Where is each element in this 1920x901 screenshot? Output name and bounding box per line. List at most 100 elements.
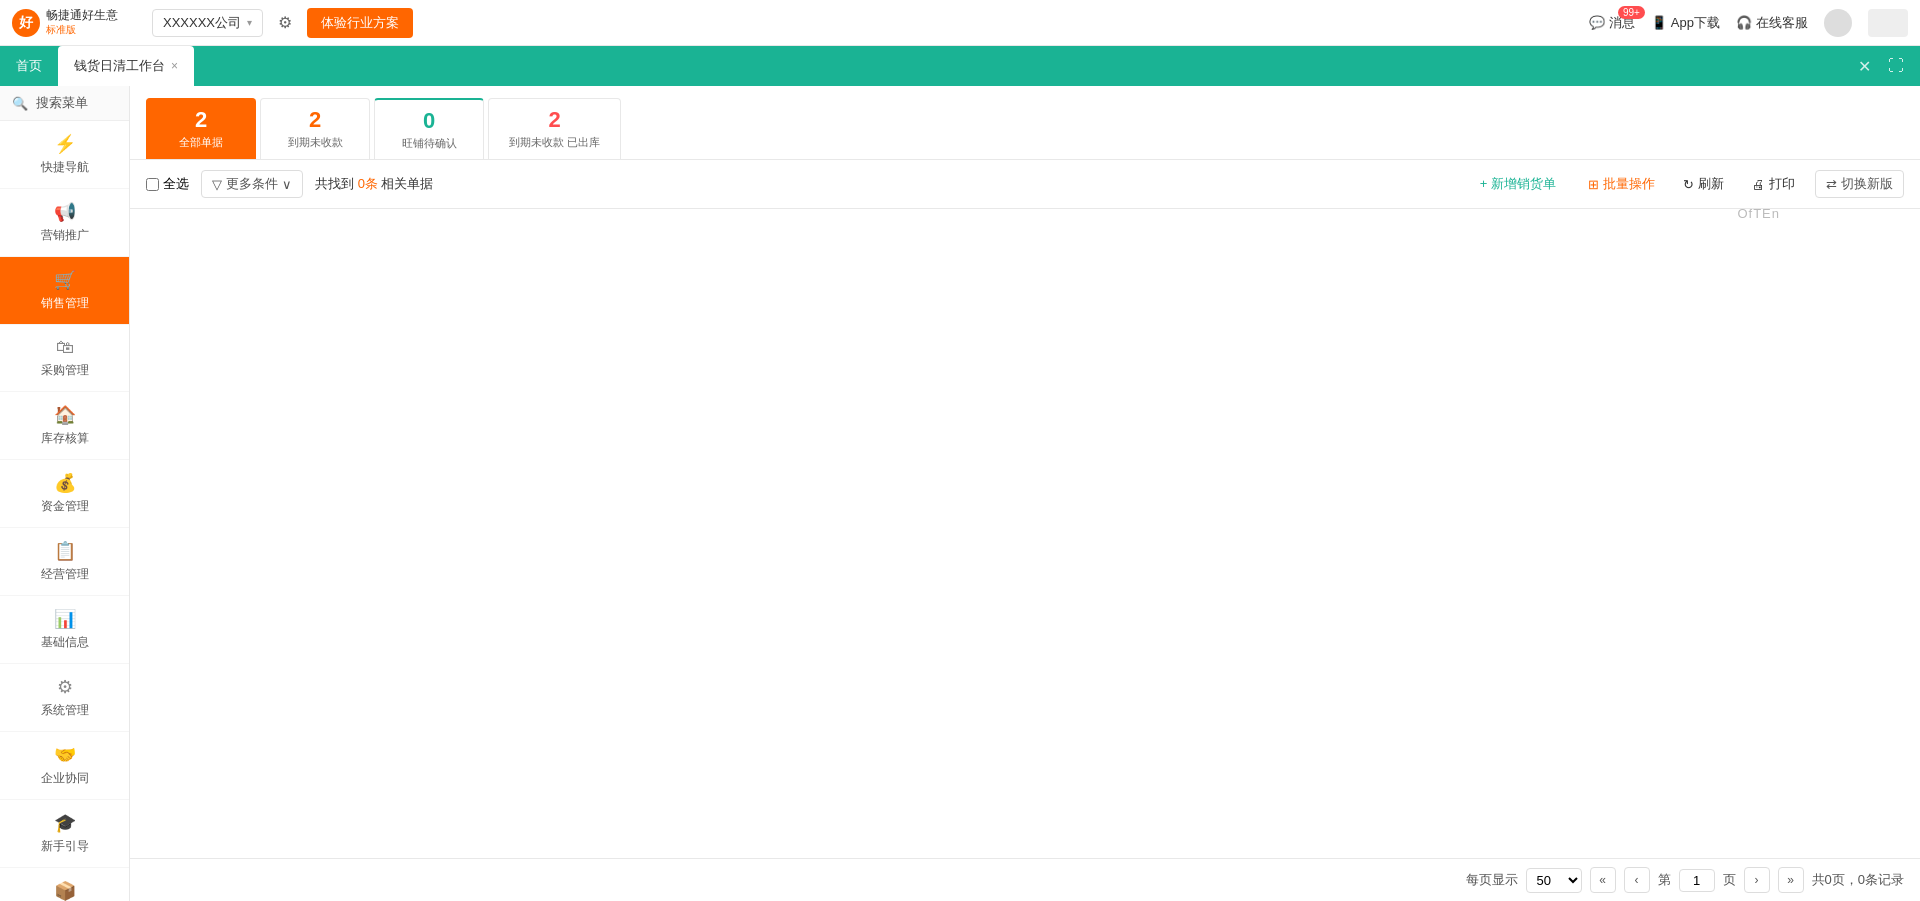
sidebar-label: 经营管理 [41, 566, 89, 583]
tab-bar: 首页 钱货日清工作台 × ✕ ⛶ [0, 46, 1920, 86]
cooperation-icon: 🤝 [54, 744, 76, 766]
table-area [130, 209, 1920, 858]
stat-tab-overdue-out[interactable]: 2 到期未收款 已出库 [488, 98, 621, 159]
guide-icon: 🎓 [54, 812, 76, 834]
tab-home[interactable]: 首页 [0, 46, 58, 86]
online-service-btn[interactable]: 🎧 在线客服 [1736, 14, 1808, 32]
trial-btn[interactable]: 体验行业方案 [307, 8, 413, 38]
operations-icon: 📋 [54, 540, 76, 562]
sidebar-label: 采购管理 [41, 362, 89, 379]
sidebar-item-basic-info[interactable]: 📊 基础信息 [0, 596, 129, 664]
top-header: 好 畅捷通好生意 标准版 XXXXXX公司 ▾ ⚙ 体验行业方案 💬 消息 99… [0, 0, 1920, 46]
toolbar-right: + 新增销货单 ⊞ 批量操作 ↻ 刷新 🖨 打印 ⇄ 切换新版 [1468, 170, 1904, 198]
sidebar-label: 快捷导航 [41, 159, 89, 176]
sidebar-item-marketing[interactable]: 📢 营销推广 [0, 189, 129, 257]
sidebar-item-quick-nav[interactable]: ⚡ 快捷导航 [0, 121, 129, 189]
sidebar-item-sales[interactable]: 🛒 销售管理 [0, 257, 129, 325]
avatar[interactable] [1824, 9, 1852, 37]
sales-icon: 🛒 [54, 269, 76, 291]
batch-btn[interactable]: ⊞ 批量操作 [1580, 171, 1663, 197]
message-badge: 99+ [1618, 6, 1645, 19]
page-num-input[interactable] [1679, 869, 1715, 892]
chevron-down-icon: ▾ [247, 17, 252, 28]
quick-nav-icon: ⚡ [54, 133, 76, 155]
search-label: 搜索菜单 [36, 94, 88, 112]
sidebar-label: 新手引导 [41, 838, 89, 855]
settings-icon[interactable]: ⚙ [271, 9, 299, 37]
company-selector[interactable]: XXXXXX公司 ▾ [152, 9, 263, 37]
sidebar-label: 资金管理 [41, 498, 89, 515]
stat-label-pending: 旺铺待确认 [402, 136, 457, 151]
refresh-btn[interactable]: ↻ 刷新 [1675, 171, 1732, 197]
select-all-input[interactable] [146, 178, 159, 191]
search-icon: 🔍 [12, 96, 28, 111]
sidebar-item-purchase[interactable]: 🛍 采购管理 [0, 325, 129, 392]
page-label-pre: 第 [1658, 871, 1671, 889]
purchase-icon: 🛍 [56, 337, 74, 358]
company-name: XXXXXX公司 [163, 14, 241, 32]
tab-close-icon[interactable]: × [171, 59, 178, 73]
avatar-extra[interactable] [1868, 9, 1908, 37]
sidebar-label: 企业协同 [41, 770, 89, 787]
last-page-btn[interactable]: » [1778, 867, 1804, 893]
stats-tabs: 2 全部单据 2 到期未收款 0 旺铺待确认 2 到期未收款 已出库 [130, 86, 1920, 160]
found-count: 0条 [358, 176, 378, 191]
sidebar-label: 营销推广 [41, 227, 89, 244]
stat-label-overdue-out: 到期未收款 已出库 [509, 135, 600, 150]
logo-icon: 好 [12, 9, 40, 37]
table-footer: 每页显示 50 20 100 « ‹ 第 页 › » 共0页，0条记录 [130, 858, 1920, 901]
tab-active[interactable]: 钱货日清工作台 × [58, 46, 194, 86]
sidebar: 🔍 搜索菜单 ⚡ 快捷导航 📢 营销推广 🛒 销售管理 🛍 采购管理 🏠 库存核… [0, 86, 130, 901]
filter-btn[interactable]: ▽ 更多条件 ∨ [201, 170, 303, 198]
basic-info-icon: 📊 [54, 608, 76, 630]
chevron-down-icon: ∨ [282, 177, 292, 192]
stat-tab-overdue[interactable]: 2 到期未收款 [260, 98, 370, 159]
sidebar-label: 基础信息 [41, 634, 89, 651]
tab-close-btn[interactable]: ✕ [1852, 54, 1876, 78]
select-all-checkbox[interactable]: 全选 [146, 175, 189, 193]
stat-tab-all[interactable]: 2 全部单据 [146, 98, 256, 159]
sidebar-item-app-center[interactable]: 📦 应用中心 [0, 868, 129, 901]
filter-icon: ▽ [212, 177, 222, 192]
sidebar-label: 库存核算 [41, 430, 89, 447]
sidebar-search[interactable]: 🔍 搜索菜单 [0, 86, 129, 121]
tab-bar-right: ✕ ⛶ [1852, 54, 1920, 78]
first-page-btn[interactable]: « [1590, 867, 1616, 893]
sidebar-item-system[interactable]: ⚙ 系统管理 [0, 664, 129, 732]
batch-icon: ⊞ [1588, 177, 1599, 192]
toolbar: 全选 ▽ 更多条件 ∨ 共找到 0条 相关单据 + 新增销货单 ⊞ 批量操作 ↻ [130, 160, 1920, 209]
switch-btn[interactable]: ⇄ 切换新版 [1815, 170, 1904, 198]
finance-icon: 💰 [54, 472, 76, 494]
sidebar-item-operations[interactable]: 📋 经营管理 [0, 528, 129, 596]
select-all-label: 全选 [163, 175, 189, 193]
message-icon: 💬 [1589, 15, 1605, 30]
app-download-btn[interactable]: 📱 App下载 [1651, 14, 1720, 32]
messages-btn[interactable]: 💬 消息 99+ [1589, 14, 1635, 32]
stat-num-all: 2 [195, 107, 207, 133]
sidebar-item-guide[interactable]: 🎓 新手引导 [0, 800, 129, 868]
sidebar-item-cooperation[interactable]: 🤝 企业协同 [0, 732, 129, 800]
system-icon: ⚙ [57, 676, 73, 698]
content-area: 2 全部单据 2 到期未收款 0 旺铺待确认 2 到期未收款 已出库 全选 [130, 86, 1920, 901]
header-right: 💬 消息 99+ 📱 App下载 🎧 在线客服 [1589, 9, 1908, 37]
logo-text: 畅捷通好生意 标准版 [46, 8, 118, 38]
page-size-select[interactable]: 50 20 100 [1526, 868, 1582, 893]
switch-icon: ⇄ [1826, 177, 1837, 192]
prev-page-btn[interactable]: ‹ [1624, 867, 1650, 893]
marketing-icon: 📢 [54, 201, 76, 223]
sidebar-label: 系统管理 [41, 702, 89, 719]
stat-label-overdue: 到期未收款 [288, 135, 343, 150]
main-layout: 🔍 搜索菜单 ⚡ 快捷导航 📢 营销推广 🛒 销售管理 🛍 采购管理 🏠 库存核… [0, 86, 1920, 901]
inventory-icon: 🏠 [54, 404, 76, 426]
sidebar-item-inventory[interactable]: 🏠 库存核算 [0, 392, 129, 460]
tab-label: 钱货日清工作台 [74, 57, 165, 75]
refresh-icon: ↻ [1683, 177, 1694, 192]
next-page-btn[interactable]: › [1744, 867, 1770, 893]
tab-expand-btn[interactable]: ⛶ [1884, 54, 1908, 78]
stat-tab-pending[interactable]: 0 旺铺待确认 [374, 98, 484, 159]
new-order-btn[interactable]: + 新增销货单 [1468, 170, 1568, 198]
stat-num-overdue: 2 [309, 107, 321, 133]
print-btn[interactable]: 🖨 打印 [1744, 171, 1803, 197]
sidebar-item-finance[interactable]: 💰 资金管理 [0, 460, 129, 528]
download-icon: 📱 [1651, 15, 1667, 30]
